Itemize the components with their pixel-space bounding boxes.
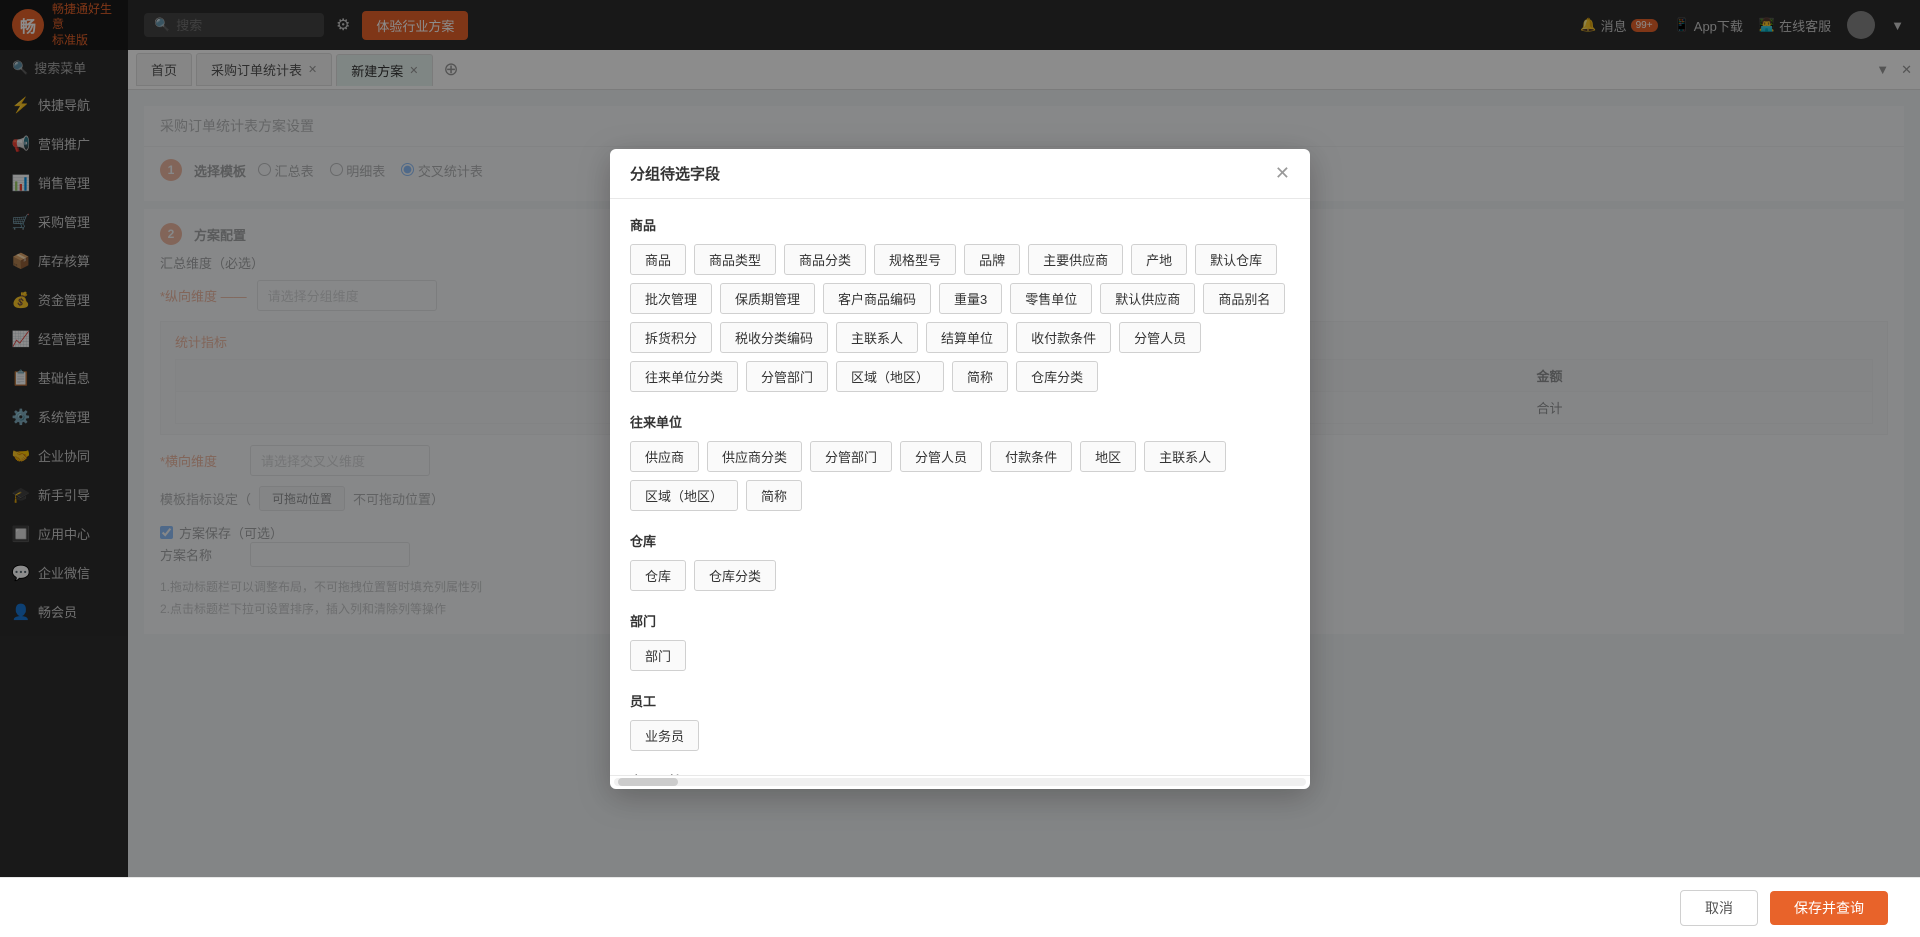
field-tag-主要供应商[interactable]: 主要供应商 [1028, 244, 1123, 275]
field-tag-主联系人[interactable]: 主联系人 [1144, 441, 1226, 472]
field-tag-分管人员[interactable]: 分管人员 [1119, 322, 1201, 353]
field-tag-地区[interactable]: 地区 [1080, 441, 1136, 472]
field-section-goods: 商品商品商品类型商品分类规格型号品牌主要供应商产地默认仓库批次管理保质期管理客户… [630, 215, 1290, 392]
field-tag-简称[interactable]: 简称 [952, 361, 1008, 392]
field-tag-收付款条件[interactable]: 收付款条件 [1016, 322, 1111, 353]
field-tag-简称[interactable]: 简称 [746, 480, 802, 511]
field-tags-employee: 业务员 [630, 720, 1290, 751]
field-tag-商品分类[interactable]: 商品分类 [784, 244, 866, 275]
field-section-title-warehouse: 仓库 [630, 531, 1290, 550]
field-tags-goods: 商品商品类型商品分类规格型号品牌主要供应商产地默认仓库批次管理保质期管理客户商品… [630, 244, 1290, 392]
field-section-title-employee: 员工 [630, 691, 1290, 710]
field-tag-往来单位分类[interactable]: 往来单位分类 [630, 361, 738, 392]
field-tag-分管部门[interactable]: 分管部门 [810, 441, 892, 472]
modal-close-btn[interactable]: ✕ [1275, 163, 1290, 184]
field-tag-税收分类编码[interactable]: 税收分类编码 [720, 322, 828, 353]
field-section-employee: 员工业务员 [630, 691, 1290, 751]
field-section-title-goods: 商品 [630, 215, 1290, 234]
field-tag-商品别名[interactable]: 商品别名 [1203, 283, 1285, 314]
field-tag-规格型号[interactable]: 规格型号 [874, 244, 956, 275]
modal-scroll-bar[interactable] [610, 775, 1310, 789]
field-tag-区域（地区）[interactable]: 区域（地区） [836, 361, 944, 392]
field-section-warehouse: 仓库仓库仓库分类 [630, 531, 1290, 591]
field-tag-默认供应商[interactable]: 默认供应商 [1100, 283, 1195, 314]
field-tag-供应商分类[interactable]: 供应商分类 [707, 441, 802, 472]
field-tag-零售单位[interactable]: 零售单位 [1010, 283, 1092, 314]
cancel-button[interactable]: 取消 [1680, 890, 1758, 926]
modal-header: 分组待选字段 ✕ [610, 149, 1310, 199]
field-tag-供应商[interactable]: 供应商 [630, 441, 699, 472]
field-tag-业务员[interactable]: 业务员 [630, 720, 699, 751]
field-tag-分管人员[interactable]: 分管人员 [900, 441, 982, 472]
field-tags-partner: 供应商供应商分类分管部门分管人员付款条件地区主联系人区域（地区） 简称 [630, 441, 1290, 511]
field-tag-主联系人[interactable]: 主联系人 [836, 322, 918, 353]
field-section-partner: 往来单位供应商供应商分类分管部门分管人员付款条件地区主联系人区域（地区） 简称 [630, 412, 1290, 511]
field-tag-产地[interactable]: 产地 [1131, 244, 1187, 275]
field-tag-批次管理[interactable]: 批次管理 [630, 283, 712, 314]
field-tag-仓库分类[interactable]: 仓库分类 [1016, 361, 1098, 392]
field-tags-department: 部门 [630, 640, 1290, 671]
field-tag-商品[interactable]: 商品 [630, 244, 686, 275]
field-tag-默认仓库[interactable]: 默认仓库 [1195, 244, 1277, 275]
field-tag-保质期管理[interactable]: 保质期管理 [720, 283, 815, 314]
field-tag-仓库[interactable]: 仓库 [630, 560, 686, 591]
modal-body[interactable]: 商品商品商品类型商品分类规格型号品牌主要供应商产地默认仓库批次管理保质期管理客户… [610, 199, 1310, 775]
bottom-bar: 取消 保存并查询 [0, 877, 1920, 937]
field-tag-客户商品编码[interactable]: 客户商品编码 [823, 283, 931, 314]
field-tags-warehouse: 仓库仓库分类 [630, 560, 1290, 591]
field-tag-仓库分类[interactable]: 仓库分类 [694, 560, 776, 591]
modal-overlay: 分组待选字段 ✕ 商品商品商品类型商品分类规格型号品牌主要供应商产地默认仓库批次… [0, 0, 1920, 937]
modal-title: 分组待选字段 [630, 163, 720, 184]
field-tag-部门[interactable]: 部门 [630, 640, 686, 671]
field-tag-重量3[interactable]: 重量3 [939, 283, 1002, 314]
field-tag-结算单位[interactable]: 结算单位 [926, 322, 1008, 353]
field-tag-分管部门[interactable]: 分管部门 [746, 361, 828, 392]
field-section-title-partner: 往来单位 [630, 412, 1290, 431]
save-query-button[interactable]: 保存并查询 [1770, 891, 1888, 925]
field-section-title-department: 部门 [630, 611, 1290, 630]
field-tag-商品类型[interactable]: 商品类型 [694, 244, 776, 275]
field-section-department: 部门部门 [630, 611, 1290, 671]
group-field-modal: 分组待选字段 ✕ 商品商品商品类型商品分类规格型号品牌主要供应商产地默认仓库批次… [610, 149, 1310, 789]
field-tag-区域（地区）[interactable]: 区域（地区） [630, 480, 738, 511]
field-tag-品牌[interactable]: 品牌 [964, 244, 1020, 275]
field-tag-付款条件[interactable]: 付款条件 [990, 441, 1072, 472]
field-tag-拆货积分[interactable]: 拆货积分 [630, 322, 712, 353]
